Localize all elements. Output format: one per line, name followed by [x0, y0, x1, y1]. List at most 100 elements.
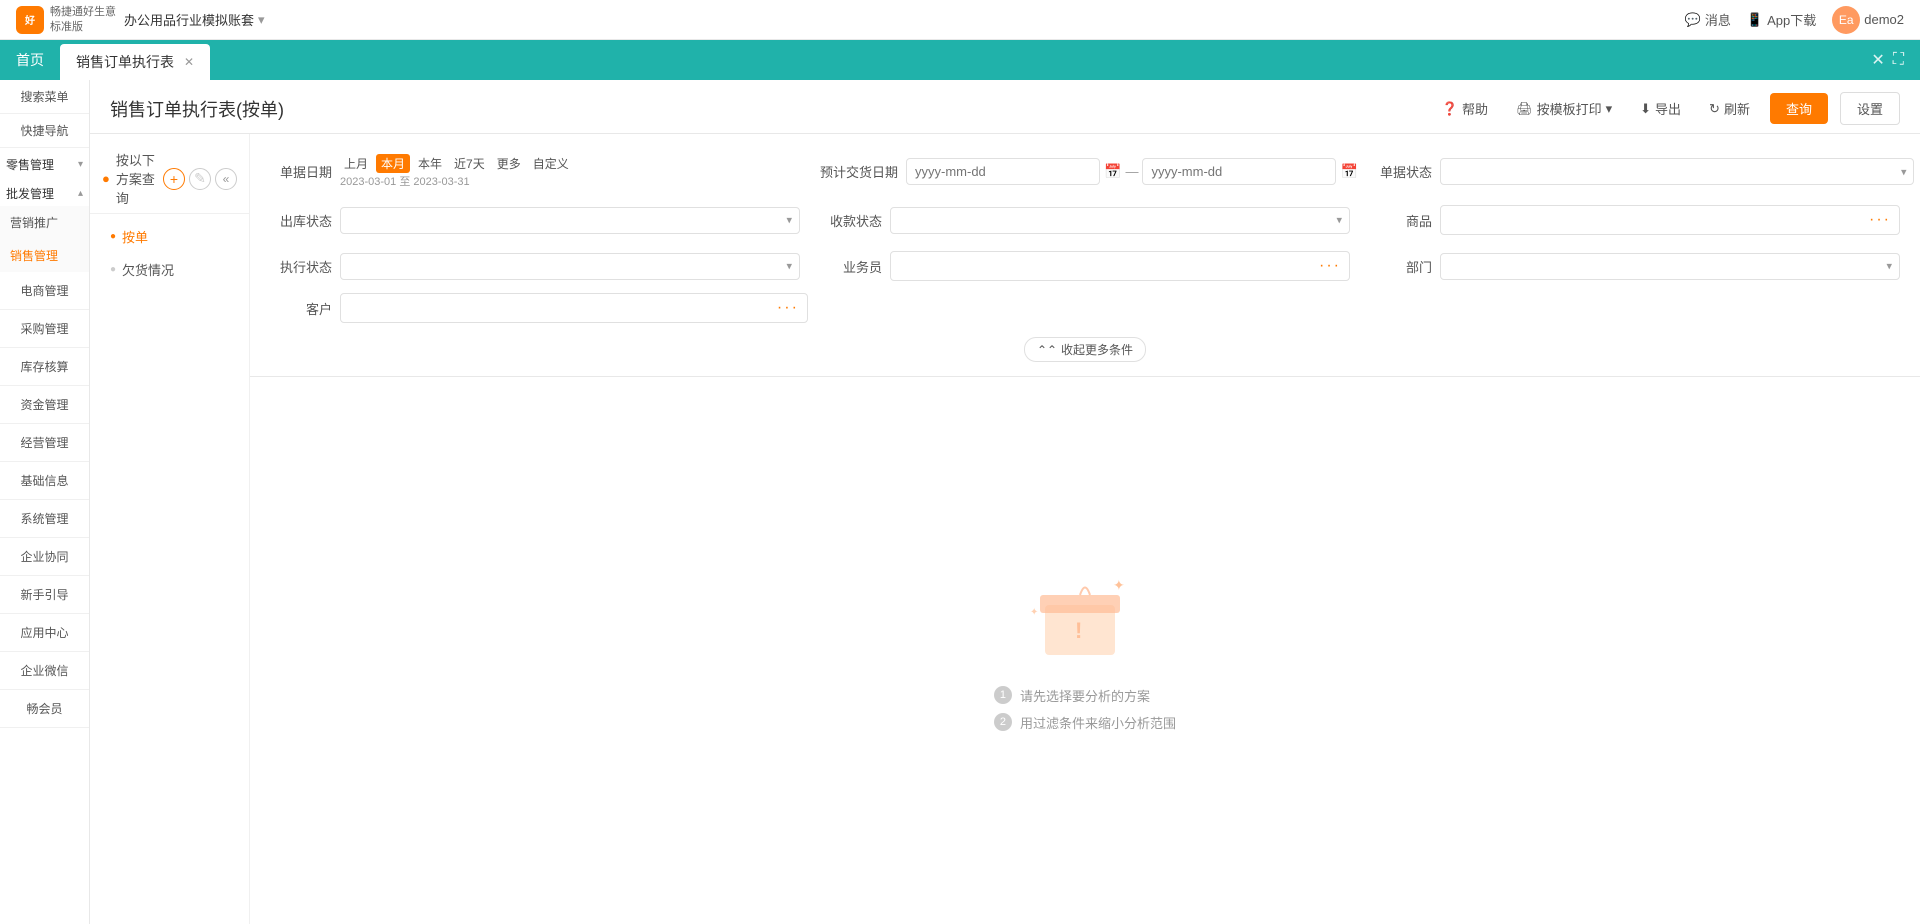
setting-button[interactable]: 设置	[1840, 92, 1900, 125]
calendar-end-icon[interactable]: 📅	[1340, 163, 1357, 180]
date-shortcut-this-month[interactable]: 本月	[376, 154, 410, 173]
logo-area: 好 畅捷通好生意 标准版	[16, 5, 116, 34]
empty-illustration: ✦ ✦ ! 1 请先选择要分析的方案	[994, 570, 1176, 732]
topbar-right: 💬 消息 📱 App下载 Ea demo2	[1685, 6, 1904, 34]
fullscreen-button[interactable]: ⛶	[1893, 51, 1904, 69]
print-button[interactable]: 🖨 按模板打印 ▾	[1508, 95, 1620, 122]
filter-panel: 单据日期 上月 本月 本年 近7天 更多 自定义 20	[250, 134, 1920, 377]
avatar: Ea	[1832, 6, 1860, 34]
date-shortcuts: 上月 本月 本年 近7天 更多 自定义	[340, 154, 800, 173]
sidebar-sub-wholesale: 营销推广 销售管理	[0, 206, 89, 272]
sidebar-item-wechat[interactable]: 企业微信	[0, 652, 89, 690]
sidebar-search[interactable]: 搜索菜单	[0, 80, 89, 114]
sidebar-item-marketing[interactable]: 营销推广	[0, 206, 89, 239]
left-panel-header: ● 按以下方案查询 + ✎ «	[90, 144, 249, 214]
tab-home[interactable]: 首页	[0, 40, 60, 80]
refresh-button[interactable]: ↻ 刷新	[1701, 95, 1758, 122]
help-button[interactable]: ❓ 帮助	[1434, 95, 1496, 122]
page-title: 销售订单执行表(按单)	[110, 96, 284, 122]
sidebar-item-newbie[interactable]: 新手引导	[0, 576, 89, 614]
filter-salesman: 业务员 ···	[820, 251, 1350, 281]
logo-icon: 好	[16, 6, 44, 34]
breadcrumb[interactable]: 办公用品行业模拟账套 ▾	[124, 10, 265, 29]
sidebar-item-system[interactable]: 系统管理	[0, 500, 89, 538]
data-area: ✦ ✦ ! 1 请先选择要分析的方案	[250, 377, 1920, 924]
filter-out-status: 出库状态 ▾	[270, 205, 800, 235]
filter-exec-status: 执行状态 ▾	[270, 251, 800, 281]
sidebar-item-inventory[interactable]: 库存核算	[0, 348, 89, 386]
sidebar-item-basic[interactable]: 基础信息	[0, 462, 89, 500]
goods-picker-icon[interactable]: ···	[1869, 211, 1891, 229]
sidebar-item-apps[interactable]: 应用中心	[0, 614, 89, 652]
exec-status-select[interactable]	[340, 253, 800, 280]
expected-date-start-input[interactable]	[906, 158, 1100, 185]
sidebar-item-wholesale[interactable]: 批发管理 ▴	[0, 177, 89, 206]
search-button[interactable]: 查询	[1770, 93, 1828, 124]
empty-text: 1 请先选择要分析的方案 2 用过滤条件来缩小分析范围	[994, 686, 1176, 732]
expected-date-wrap: 📅 — 📅	[906, 158, 1358, 185]
sidebar-item-sales[interactable]: 销售管理	[0, 239, 89, 272]
tab-close-icon[interactable]: ✕	[184, 55, 194, 69]
salesman-picker-icon[interactable]: ···	[1319, 257, 1341, 275]
msg-button[interactable]: 💬 消息	[1685, 10, 1731, 29]
salesman-input[interactable]	[899, 259, 1319, 274]
sidebar-item-operation[interactable]: 经营管理	[0, 424, 89, 462]
svg-text:✦: ✦	[1030, 607, 1038, 618]
expected-date-label: 预计交货日期	[820, 162, 906, 181]
customer-input-wrap: ···	[340, 293, 808, 323]
payment-status-select[interactable]	[890, 207, 1350, 234]
date-shortcut-more[interactable]: 更多	[493, 154, 525, 173]
salesman-input-wrap: ···	[890, 251, 1350, 281]
close-window-button[interactable]: ✕	[1871, 50, 1884, 70]
scheme-item-backorder[interactable]: ● 欠货情况	[90, 253, 249, 286]
msg-icon: 💬	[1685, 12, 1701, 28]
export-icon: ⬇	[1640, 101, 1651, 117]
status-select[interactable]	[1440, 158, 1914, 185]
app-icon: 📱	[1747, 12, 1763, 28]
goods-input[interactable]	[1449, 213, 1869, 228]
sidebar-item-purchase[interactable]: 采购管理	[0, 310, 89, 348]
date-shortcut-this-year[interactable]: 本年	[414, 154, 446, 173]
dept-select[interactable]	[1440, 253, 1900, 280]
filter-status: 单据状态 ▾	[1370, 154, 1900, 189]
collapse-scheme-button[interactable]: «	[215, 168, 237, 190]
export-button[interactable]: ⬇ 导出	[1632, 95, 1689, 122]
sidebar: 搜索菜单 快捷导航 零售管理 ▾ 批发管理 ▴ 营销推广 销售管理 电商管理 采…	[0, 80, 90, 924]
print-dropdown-icon: ▾	[1606, 101, 1613, 117]
sidebar-quick-nav[interactable]: 快捷导航	[0, 114, 89, 148]
expected-date-end-input[interactable]	[1142, 158, 1336, 185]
filter-expected-date: 预计交货日期 📅 — 📅	[820, 154, 1350, 189]
app-download-button[interactable]: 📱 App下载	[1747, 10, 1816, 29]
collapse-button[interactable]: ⌃⌃ 收起更多条件	[1024, 337, 1146, 362]
sidebar-item-enterprise[interactable]: 企业协同	[0, 538, 89, 576]
payment-status-select-wrap: ▾	[890, 207, 1350, 234]
date-shortcut-7days[interactable]: 近7天	[450, 154, 489, 173]
step2-num: 2	[994, 713, 1012, 731]
date-label: 单据日期	[270, 162, 340, 181]
date-range-display: 2023-03-01 至 2023-03-31	[340, 173, 800, 189]
scheme-item-active-icon: ●	[110, 231, 116, 242]
customer-picker-icon[interactable]: ···	[777, 299, 799, 317]
sidebar-item-retail[interactable]: 零售管理 ▾	[0, 148, 89, 177]
scheme-actions: + ✎ «	[163, 168, 237, 190]
edit-scheme-button[interactable]: ✎	[189, 168, 211, 190]
dept-label: 部门	[1370, 257, 1440, 276]
logo-text: 畅捷通好生意 标准版	[50, 5, 116, 34]
user-area[interactable]: Ea demo2	[1832, 6, 1904, 34]
tab-sales-order[interactable]: 销售订单执行表 ✕	[60, 44, 210, 80]
out-status-select[interactable]	[340, 207, 800, 234]
scheme-item-by-order[interactable]: ● 按单	[90, 220, 249, 253]
customer-input[interactable]	[349, 301, 777, 316]
sidebar-item-ecommerce[interactable]: 电商管理	[0, 272, 89, 310]
add-scheme-button[interactable]: +	[163, 168, 185, 190]
calendar-start-icon[interactable]: 📅	[1104, 163, 1121, 180]
main-layout: 搜索菜单 快捷导航 零售管理 ▾ 批发管理 ▴ 营销推广 销售管理 电商管理 采…	[0, 80, 1920, 924]
empty-box-svg: ✦ ✦ !	[1025, 570, 1145, 670]
date-shortcut-prev-month[interactable]: 上月	[340, 154, 372, 173]
svg-text:✦: ✦	[1113, 577, 1125, 593]
date-shortcut-custom[interactable]: 自定义	[529, 154, 573, 173]
sidebar-item-member[interactable]: 畅会员	[0, 690, 89, 728]
collapse-row: ⌃⌃ 收起更多条件	[270, 331, 1900, 368]
payment-status-label: 收款状态	[820, 211, 890, 230]
sidebar-item-finance[interactable]: 资金管理	[0, 386, 89, 424]
